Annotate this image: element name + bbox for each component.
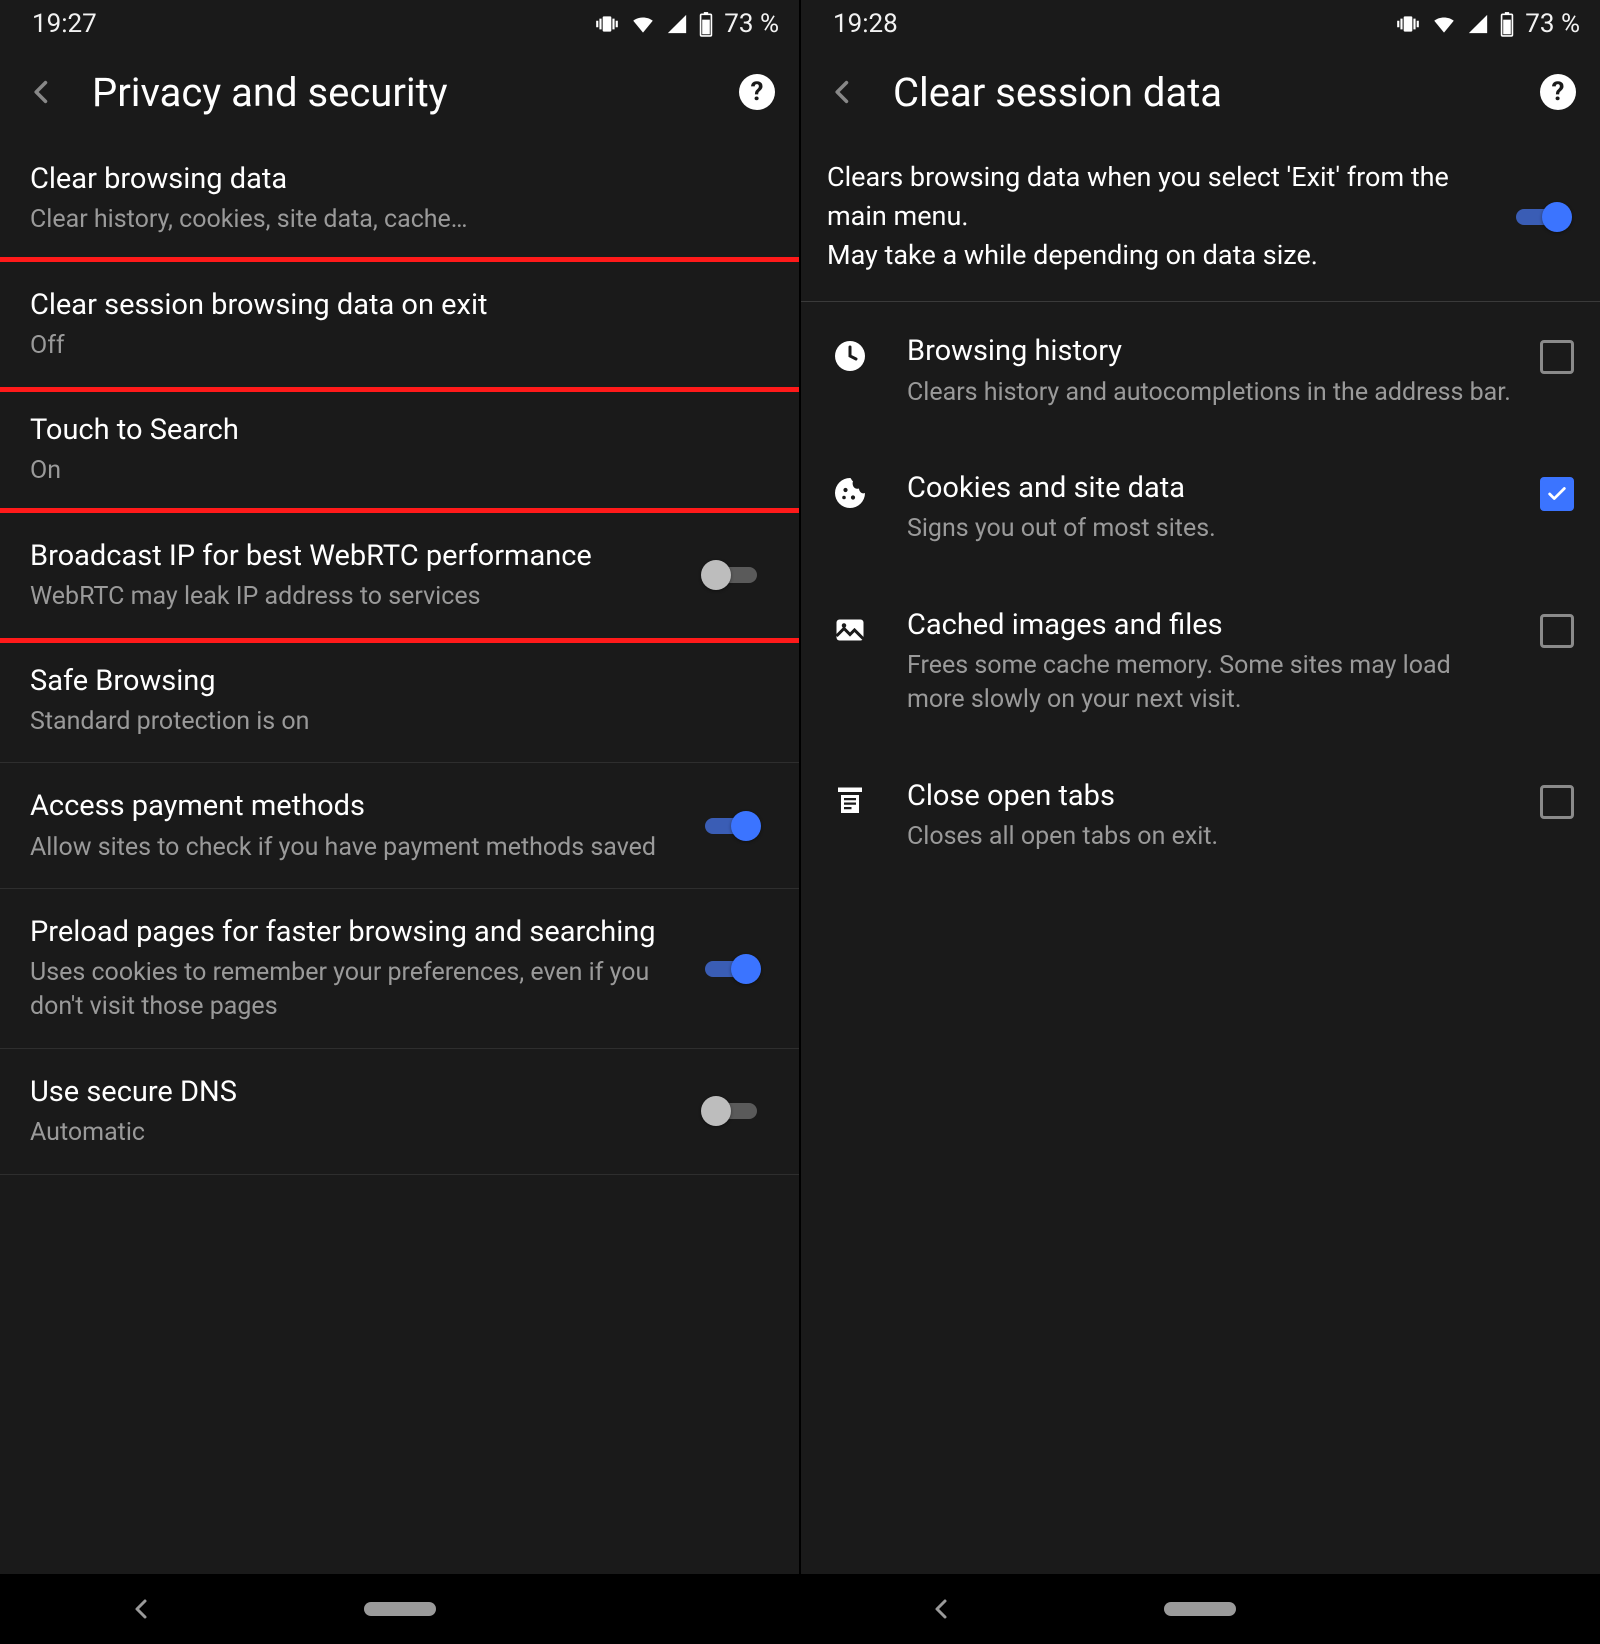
vibrate-icon (1395, 11, 1421, 37)
checkbox-cookies[interactable] (1540, 477, 1574, 511)
row-title: Browsing history (907, 332, 1512, 371)
toggle-preload[interactable] (699, 951, 763, 987)
row-title: Cached images and files (907, 606, 1512, 645)
row-sub: WebRTC may leak IP address to services (30, 580, 679, 614)
wifi-icon (1431, 11, 1457, 37)
history-icon (821, 332, 879, 374)
row-preload-pages[interactable]: Preload pages for faster browsing and se… (0, 889, 799, 1049)
page-title: Privacy and security (66, 69, 739, 116)
row-title: Touch to Search (30, 411, 769, 450)
nav-back-button[interactable] (130, 1597, 154, 1621)
wifi-icon (630, 11, 656, 37)
row-webrtc-broadcast[interactable]: Broadcast IP for best WebRTC performance… (0, 508, 799, 643)
row-sub: Clears history and autocompletions in th… (907, 376, 1512, 410)
status-bar: 19:27 73 % (0, 0, 799, 48)
row-sub: Signs you out of most sites. (907, 512, 1512, 546)
status-icons-right: 73 % (1395, 9, 1580, 39)
signal-icon (1467, 13, 1489, 35)
row-sub: Uses cookies to remember your preference… (30, 956, 679, 1024)
clear-session-list[interactable]: Clears browsing data when you select 'Ex… (801, 136, 1600, 1574)
toggle-dns[interactable] (699, 1093, 763, 1129)
row-title: Clear session browsing data on exit (30, 286, 769, 325)
back-chevron-icon (28, 78, 56, 106)
checkbox-history[interactable] (1540, 340, 1574, 374)
toggle-webrtc[interactable] (699, 557, 763, 593)
row-cookies[interactable]: Cookies and site data Signs you out of m… (801, 439, 1600, 576)
back-button[interactable] (819, 78, 867, 106)
row-browsing-history[interactable]: Browsing history Clears history and auto… (801, 302, 1600, 439)
status-time: 19:28 (833, 9, 898, 39)
checkbox-cache[interactable] (1540, 614, 1574, 648)
close-tabs-icon (821, 777, 879, 819)
row-title: Preload pages for faster browsing and se… (30, 913, 679, 952)
row-title: Broadcast IP for best WebRTC performance (30, 537, 679, 576)
row-clear-on-exit[interactable]: Clear session browsing data on exit Off (0, 257, 799, 392)
row-close-tabs[interactable]: Close open tabs Closes all open tabs on … (801, 747, 1600, 884)
nav-back-button[interactable] (930, 1597, 954, 1621)
phone-left: 19:27 73 % Privacy and security ? Clear … (0, 0, 801, 1574)
back-button[interactable] (18, 78, 66, 106)
battery-icon (1499, 11, 1515, 37)
nav-back-icon (930, 1597, 954, 1621)
row-title: Safe Browsing (30, 662, 769, 701)
intro-row[interactable]: Clears browsing data when you select 'Ex… (801, 136, 1600, 302)
signal-icon (666, 13, 688, 35)
row-title: Clear browsing data (30, 160, 769, 199)
toggle-payments[interactable] (699, 808, 763, 844)
checkbox-tabs[interactable] (1540, 785, 1574, 819)
app-bar: Clear session data ? (801, 48, 1600, 136)
nav-home-pill[interactable] (364, 1602, 436, 1616)
row-sub: Standard protection is on (30, 705, 769, 739)
battery-icon (698, 11, 714, 37)
row-sub: Frees some cache memory. Some sites may … (907, 649, 1512, 717)
status-battery-pct: 73 % (724, 9, 779, 39)
row-sub: Off (30, 329, 769, 363)
row-sub: Automatic (30, 1116, 679, 1150)
row-title: Use secure DNS (30, 1073, 679, 1112)
row-payment-methods[interactable]: Access payment methods Allow sites to ch… (0, 763, 799, 889)
status-time: 19:27 (32, 9, 97, 39)
page-title: Clear session data (867, 69, 1540, 116)
back-chevron-icon (829, 78, 857, 106)
row-sub: Closes all open tabs on exit. (907, 820, 1512, 854)
image-icon (821, 606, 879, 648)
row-clear-browsing-data[interactable]: Clear browsing data Clear history, cooki… (0, 136, 799, 262)
row-title: Access payment methods (30, 787, 679, 826)
help-button[interactable]: ? (1540, 74, 1576, 110)
status-bar: 19:28 73 % (801, 0, 1600, 48)
row-sub: Clear history, cookies, site data, cache… (30, 203, 769, 237)
help-button[interactable]: ? (739, 74, 775, 110)
vibrate-icon (594, 11, 620, 37)
row-sub: On (30, 454, 769, 488)
nav-home-pill[interactable] (1164, 1602, 1236, 1616)
status-battery-pct: 73 % (1525, 9, 1580, 39)
row-cache[interactable]: Cached images and files Frees some cache… (801, 576, 1600, 747)
intro-text: Clears browsing data when you select 'Ex… (827, 158, 1492, 275)
system-nav-bar (0, 1574, 1600, 1644)
row-title: Cookies and site data (907, 469, 1512, 508)
status-icons-right: 73 % (594, 9, 779, 39)
cookie-icon (821, 469, 879, 511)
row-touch-to-search[interactable]: Touch to Search On (0, 387, 799, 513)
row-sub: Allow sites to check if you have payment… (30, 831, 679, 865)
row-secure-dns[interactable]: Use secure DNS Automatic (0, 1049, 799, 1175)
phone-right: 19:28 73 % Clear session data ? Clears b… (801, 0, 1600, 1574)
row-safe-browsing[interactable]: Safe Browsing Standard protection is on (0, 638, 799, 764)
nav-back-icon (130, 1597, 154, 1621)
app-bar: Privacy and security ? (0, 48, 799, 136)
toggle-clear-on-exit-master[interactable] (1510, 199, 1574, 235)
row-title: Close open tabs (907, 777, 1512, 816)
settings-list[interactable]: Clear browsing data Clear history, cooki… (0, 136, 799, 1574)
